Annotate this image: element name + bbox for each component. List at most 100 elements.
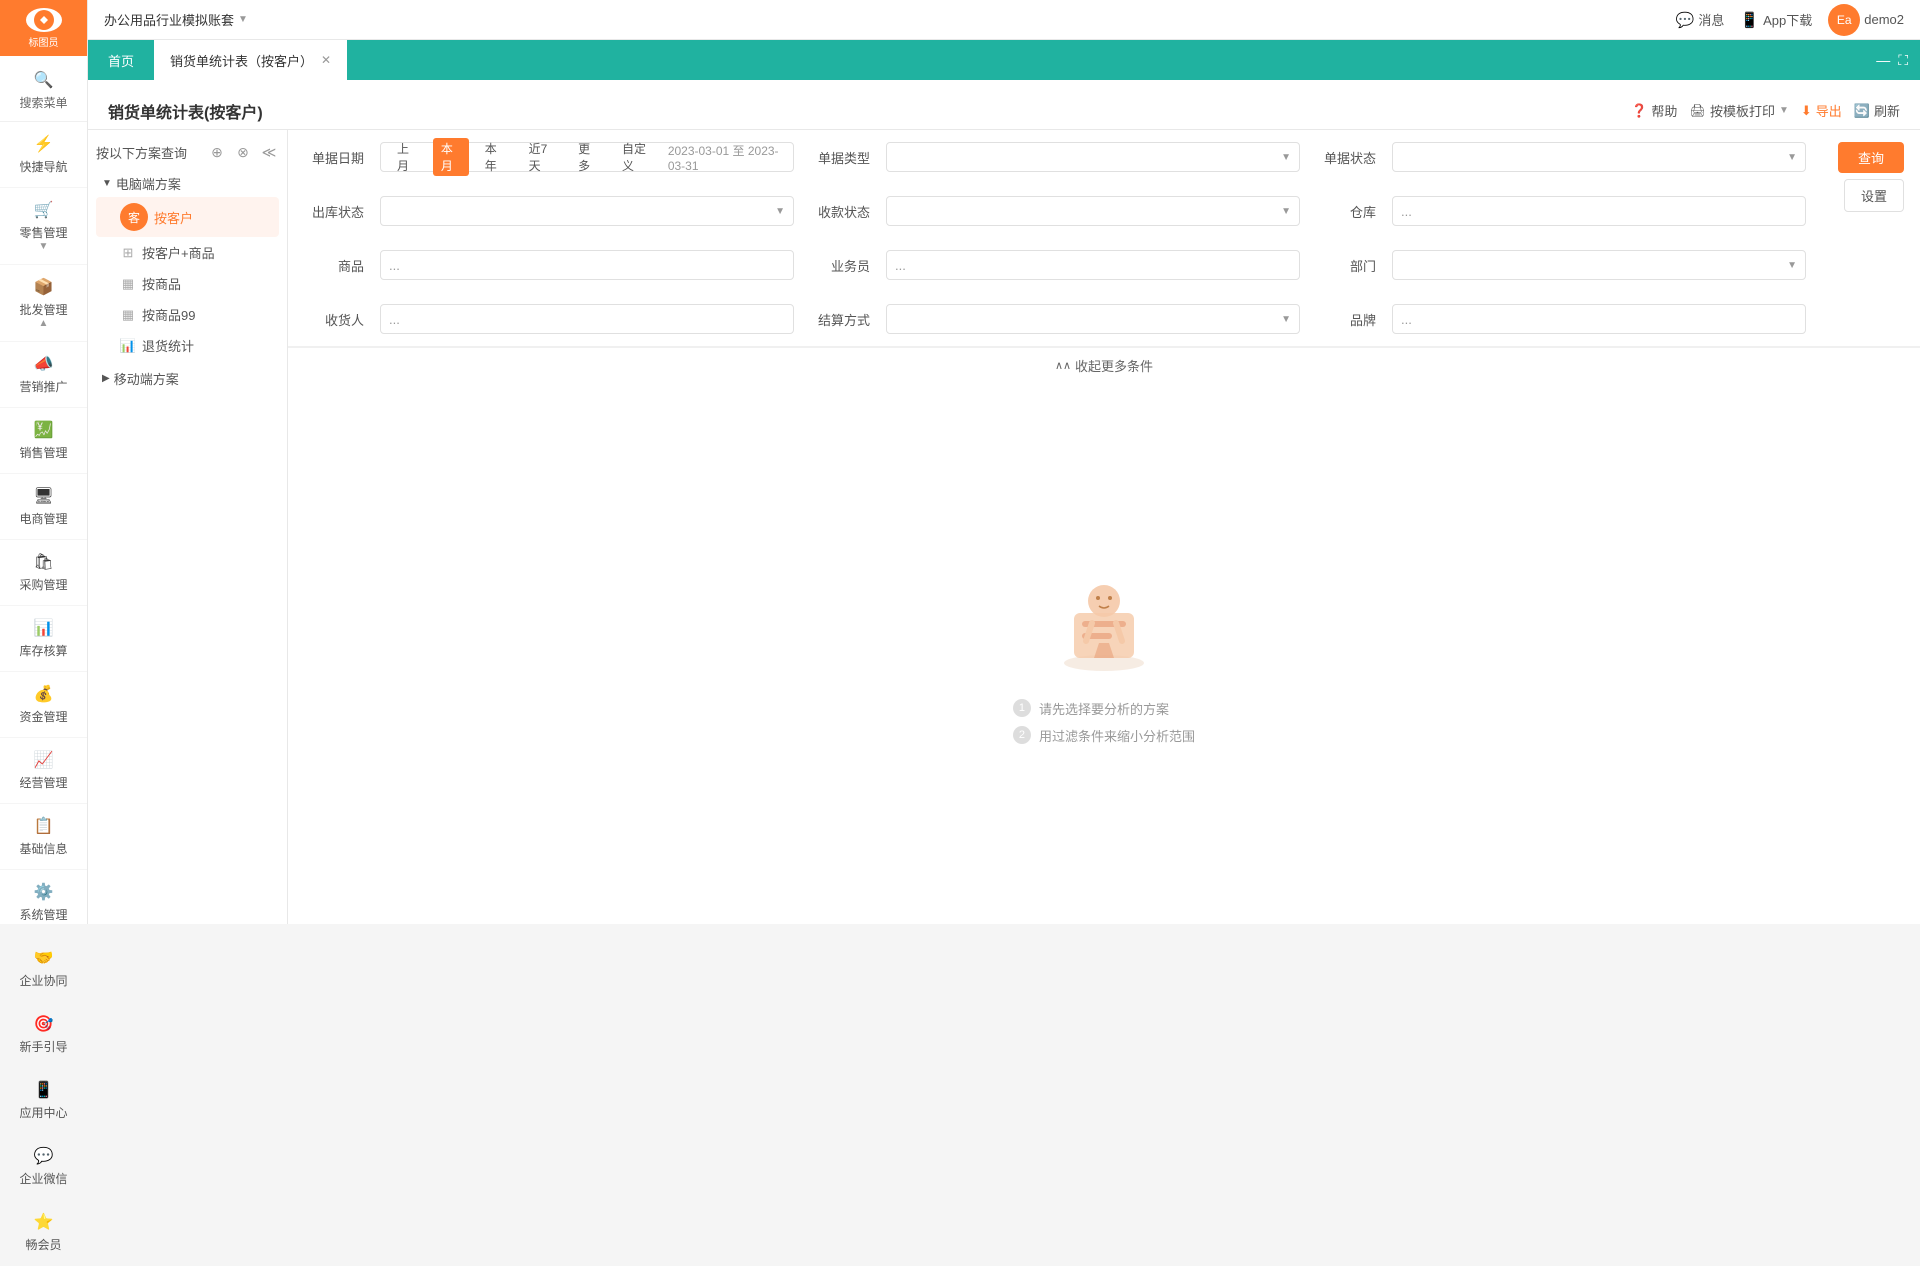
industry-selector[interactable]: 办公用品行业模拟账套 ▼ [104,10,248,29]
sidebar-item-marketing[interactable]: 📣 营销推广 [0,342,87,408]
chevron-right-icon: ▶ [102,373,110,384]
scheme-group-mobile-header[interactable]: ▶ 移动端方案 [96,365,279,392]
action-btn-group: 查询 设置 [1822,142,1904,212]
sidebar-item-sales[interactable]: 💹 销售管理 [0,408,87,474]
scheme-item-by-product-99[interactable]: ▦ 按商品99 [96,299,279,330]
sidebar-item-purchase[interactable]: 🛍 采购管理 [0,540,87,606]
tab-maximize-button[interactable]: ⛶ [1898,52,1908,69]
sidebar-item-member[interactable]: ⭐ 畅会员 [0,1200,87,1266]
refresh-label: 刷新 [1874,101,1900,120]
scheme-group-desktop-header[interactable]: ▼ 电脑端方案 [96,170,279,197]
scheme-item-label-return: 退货统计 [142,336,194,355]
scheme-customer-circle: 客 [120,203,148,231]
date-btn-this-month[interactable]: 本月 [433,138,469,176]
app-download-button[interactable]: 📱 App下载 [1740,10,1812,29]
product-input[interactable]: ... [380,250,794,280]
tab-sales-stats[interactable]: 销货单统计表（按客户） ✕ [154,40,347,80]
scheme-item-by-customer[interactable]: 客 按客户 [96,197,279,237]
chevron-down-icon: ▼ [102,178,112,189]
warehouse-input[interactable]: ... [1392,196,1806,226]
collapse-row[interactable]: ∧∧ 收起更多条件 [288,347,1920,383]
user-label: demo2 [1864,12,1904,27]
filter-row-1: 单据日期 上月 本月 本年 近7天 更多 自定义 2023-03-01 至 20… [304,142,1806,172]
scheme-item-return-stats[interactable]: 📊 退货统计 [96,330,279,361]
tab-sales-stats-label: 销货单统计表（按客户） [170,51,313,70]
tip-num-1: 1 [1013,699,1031,717]
order-status-input[interactable]: ▼ [1392,142,1806,172]
sidebar-item-appcenter[interactable]: 📱 应用中心 [0,1068,87,1134]
department-input[interactable]: ▼ [1392,250,1806,280]
sidebar-item-wholesale[interactable]: 📦 批发管理 ▲ [0,265,87,342]
scheme-collapse-button[interactable]: ≪ [259,142,279,162]
sidebar-item-retail[interactable]: 🛒 零售管理 ▼ [0,188,87,265]
search-icon: 🔍 [34,70,54,90]
logo-area[interactable]: 标图员 [0,0,87,56]
out-status-input[interactable]: ▼ [380,196,794,226]
scheme-settings-button[interactable]: ⊗ [233,142,253,162]
industry-dropdown-icon: ▼ [238,14,248,25]
help-button[interactable]: ❓ 帮助 [1631,101,1677,120]
order-type-label: 单据类型 [810,148,870,167]
system-icon: ⚙️ [34,882,54,902]
date-btn-this-year[interactable]: 本年 [477,138,513,176]
refresh-button[interactable]: 🔄 刷新 [1854,101,1900,120]
brand-input[interactable]: ... [1392,304,1806,334]
tab-minimize-button[interactable]: — [1876,52,1890,68]
shortcuts-icon: ⚡ [34,134,54,154]
scheme-item-by-product[interactable]: ▦ 按商品 [96,268,279,299]
date-btn-7days[interactable]: 近7天 [521,138,562,176]
export-label: 导出 [1816,101,1842,120]
sidebar-item-ecommerce[interactable]: 🖥 电商管理 [0,474,87,540]
scheme-item-label-cp: 按客户+商品 [142,243,215,262]
query-button[interactable]: 查询 [1838,142,1904,173]
sidebar-item-guide[interactable]: 🎯 新手引导 [0,1002,87,1068]
sidebar-item-enterprise[interactable]: 🤝 企业协同 [0,936,87,1002]
date-btn-more[interactable]: 更多 [570,138,606,176]
user-menu-button[interactable]: Ea demo2 [1828,4,1904,36]
print-button[interactable]: 🖨 按模板打印 ▼ [1689,101,1788,120]
department-caret-icon: ▼ [1787,260,1797,271]
sidebar-item-basic[interactable]: 📋 基础信息 [0,804,87,870]
order-type-input[interactable]: ▼ [886,142,1300,172]
empty-tip-1: 1 请先选择要分析的方案 [1013,699,1195,718]
enterprise-icon: 🤝 [34,948,54,968]
sidebar-item-wechat[interactable]: 💬 企业微信 [0,1134,87,1200]
sidebar-item-system[interactable]: ⚙️ 系统管理 [0,870,87,936]
export-button[interactable]: ⬇ 导出 [1801,101,1842,120]
sidebar-item-shortcuts[interactable]: ⚡ 快捷导航 [0,122,87,188]
scheme-group-desktop: ▼ 电脑端方案 客 按客户 ⊞ 按客户+商品 ▦ [96,170,279,361]
print-icon: 🖨 [1689,103,1706,119]
salesman-input[interactable]: ... [886,250,1300,280]
sidebar-item-operation[interactable]: 📈 经营管理 [0,738,87,804]
message-button[interactable]: 💬 消息 [1676,10,1725,29]
member-icon: ⭐ [34,1212,54,1232]
tab-close-button[interactable]: ✕ [321,53,331,67]
settlement-input[interactable]: ▼ [886,304,1300,334]
scheme-item-by-customer-product[interactable]: ⊞ 按客户+商品 [96,237,279,268]
date-btn-last-month[interactable]: 上月 [389,138,425,176]
receipt-status-label: 收款状态 [810,202,870,221]
purchase-icon: 🛍 [33,552,53,572]
tab-home[interactable]: 首页 [88,40,154,80]
sidebar-item-inventory[interactable]: 📊 库存核算 [0,606,87,672]
scheme-add-button[interactable]: ⊕ [207,142,227,162]
top-header: 办公用品行业模拟账套 ▼ 💬 消息 📱 App下载 Ea demo2 [88,0,1920,40]
filter-section: 单据日期 上月 本月 本年 近7天 更多 自定义 2023-03-01 至 20… [288,130,1920,347]
scheme-panel-header: 按以下方案查询 ⊕ ⊗ ≪ [96,142,279,162]
order-status-label: 单据状态 [1316,148,1376,167]
header-left: 办公用品行业模拟账套 ▼ [104,10,248,29]
tab-controls: — ⛶ [1876,52,1920,69]
sidebar-item-search[interactable]: 🔍 搜索菜单 [0,56,87,122]
collapse-label: 收起更多条件 [1075,356,1153,375]
help-icon: ❓ [1631,103,1647,119]
scheme-group-mobile-label: 移动端方案 [114,369,179,388]
sidebar-item-finance[interactable]: 💰 资金管理 [0,672,87,738]
scheme-customer-icon: 客 [128,209,140,226]
receipt-status-input[interactable]: ▼ [886,196,1300,226]
date-btn-custom[interactable]: 自定义 [614,138,660,176]
recipient-input[interactable]: ... [380,304,794,334]
wechat-icon: 💬 [34,1146,54,1166]
setting-button[interactable]: 设置 [1844,179,1904,212]
avatar: Ea [1828,4,1860,36]
wholesale-icon: 📦 [34,277,54,297]
